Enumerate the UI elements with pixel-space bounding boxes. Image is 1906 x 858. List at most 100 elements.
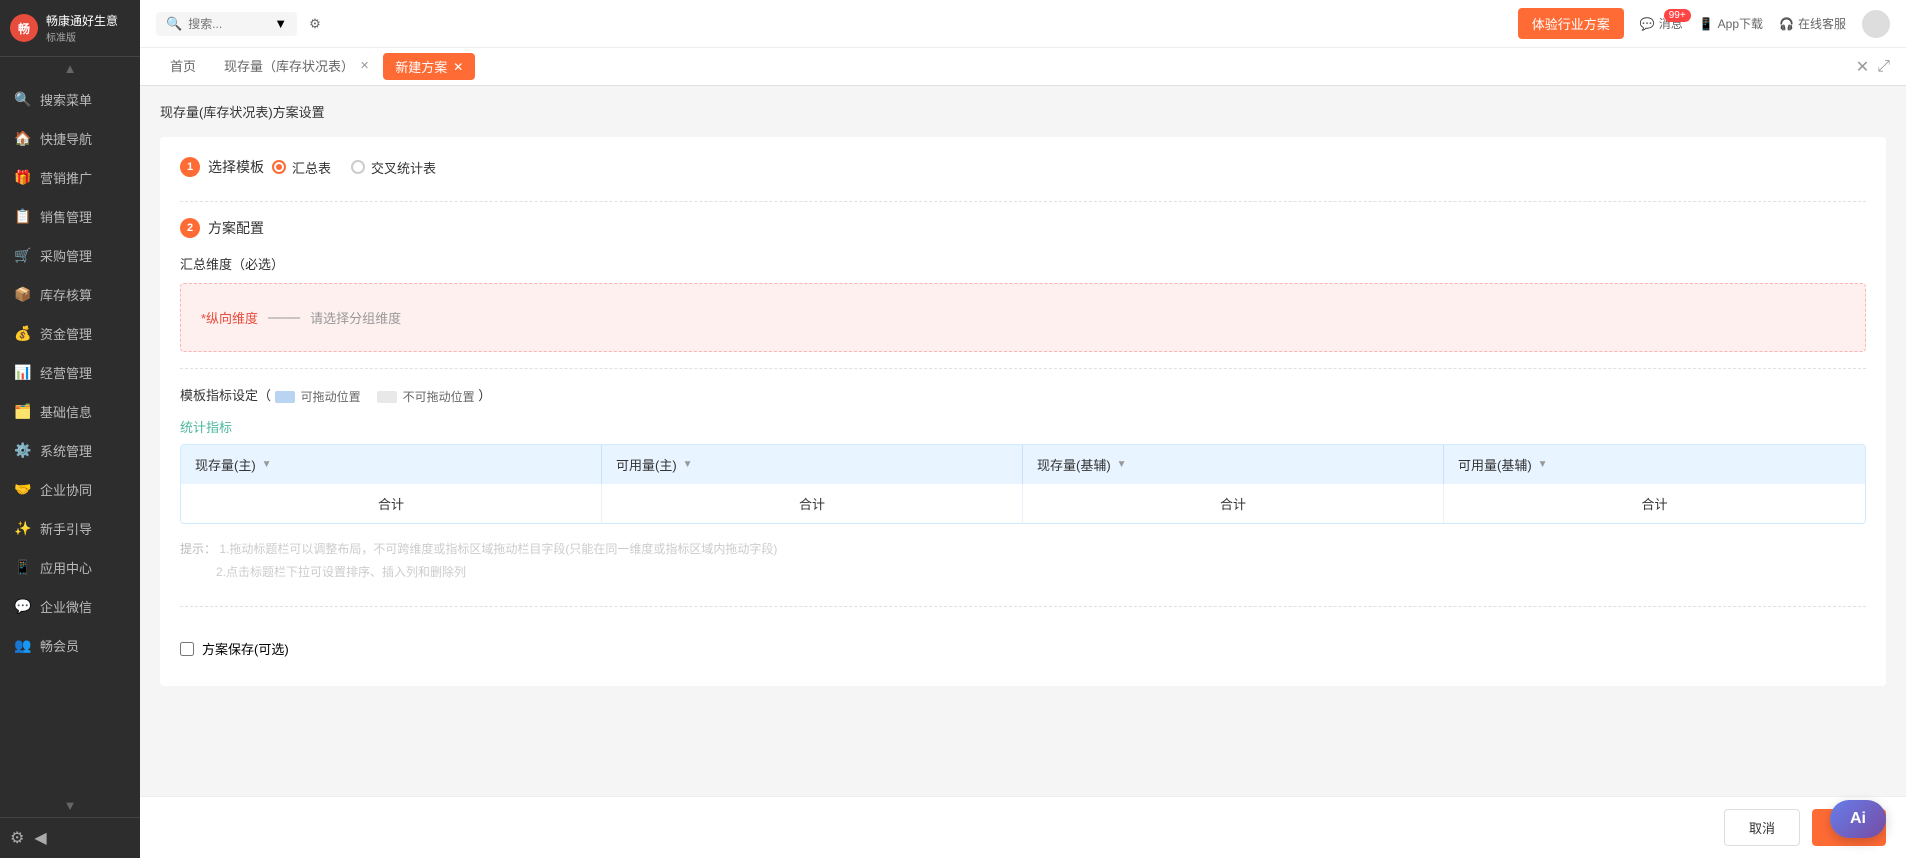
sidebar-item-label: 应用中心 <box>40 558 92 577</box>
radio-cross[interactable]: 交叉统计表 <box>351 158 436 177</box>
stats-label: 统计指标 <box>180 417 1866 436</box>
home-tab-label: 首页 <box>170 56 196 75</box>
sidebar-item-label: 企业协同 <box>40 480 92 499</box>
sidebar-item-label: 基础信息 <box>40 402 92 421</box>
sidebar-item-apps[interactable]: 📱 应用中心 <box>0 548 140 587</box>
home-icon: 🏠 <box>14 130 32 148</box>
sidebar-item-search[interactable]: 🔍 搜索菜单 <box>0 80 140 119</box>
vertical-dim-label: *纵向维度 <box>201 308 258 327</box>
new-plan-close-icon[interactable]: ✕ <box>453 60 463 74</box>
tabs-right-controls: ✕ ⤢ <box>1856 57 1890 77</box>
section1-num: 1 <box>180 157 200 177</box>
app-download-btn[interactable]: 📱 App下载 <box>1699 15 1763 32</box>
radio-summary[interactable]: 汇总表 <box>272 158 331 177</box>
cancel-button[interactable]: 取消 <box>1724 809 1800 846</box>
tips-prefix: 提示： <box>180 542 216 556</box>
movable-legend: 可拖动位置 <box>275 388 361 405</box>
topbar-search-box[interactable]: 🔍 ▼ <box>156 12 297 36</box>
finance-icon: 💰 <box>14 325 32 343</box>
col-0-chevron: ▼ <box>262 459 272 470</box>
member-icon: 👥 <box>14 637 32 655</box>
tab-close-btn[interactable]: ✕ <box>1856 57 1869 77</box>
sidebar-item-label: 畅会员 <box>40 636 79 655</box>
sidebar-item-marketing[interactable]: 🎁 营销推广 <box>0 158 140 197</box>
indicator-legend: 可拖动位置 不可拖动位置 <box>275 388 475 405</box>
tab-home[interactable]: 首页 <box>156 48 210 85</box>
section1-title: 选择模板 <box>208 157 264 177</box>
topbar-search-input[interactable] <box>188 17 268 31</box>
sidebar-item-label: 营销推广 <box>40 168 92 187</box>
sidebar-item-sales[interactable]: 📋 销售管理 <box>0 197 140 236</box>
cell-1: 合计 <box>602 484 1023 523</box>
sidebar-item-operations[interactable]: 📊 经营管理 <box>0 353 140 392</box>
sidebar-item-inventory[interactable]: 📦 库存核算 <box>0 275 140 314</box>
sidebar-item-finance[interactable]: 💰 资金管理 <box>0 314 140 353</box>
save-checkbox[interactable] <box>180 642 194 656</box>
sidebar-item-label: 库存核算 <box>40 285 92 304</box>
inventory-tab-close[interactable]: ✕ <box>360 59 369 72</box>
topbar-search-dropdown-icon[interactable]: ▼ <box>274 16 287 31</box>
stats-table: 现存量(主) ▼ 可用量(主) ▼ 现存量(基辅) ▼ <box>180 444 1866 524</box>
search-icon: 🔍 <box>14 91 32 109</box>
indicator-label-suffix: ） <box>478 388 491 403</box>
sidebar-item-label: 经营管理 <box>40 363 92 382</box>
topbar: 🔍 ▼ ⚙ 体验行业方案 💬 消息 99+ 📱 App下载 🎧 在线客服 <box>140 0 1906 48</box>
tabs-bar: 首页 现存量（库存状况表） ✕ 新建方案 ✕ ✕ ⤢ <box>140 48 1906 86</box>
tip-item-0: 提示： 1.拖动标题栏可以调整布局，不可跨维度或指标区域拖动栏目字段(只能在同一… <box>180 540 1866 559</box>
cell-3: 合计 <box>1444 484 1865 523</box>
settings-bottom-icon[interactable]: ⚙ <box>10 828 24 848</box>
dim-arrow: —— <box>268 309 300 327</box>
radio-summary-label: 汇总表 <box>292 158 331 177</box>
system-icon: ⚙️ <box>14 442 32 460</box>
sidebar-item-label: 采购管理 <box>40 246 92 265</box>
sidebar-item-member[interactable]: 👥 畅会员 <box>0 626 140 665</box>
col-3-chevron: ▼ <box>1538 459 1548 470</box>
sidebar-scroll-up[interactable]: ▲ <box>0 57 140 80</box>
sidebar-scroll-down[interactable]: ▼ <box>0 794 140 817</box>
ai-bubble[interactable]: Ai <box>1830 800 1886 838</box>
apps-icon: 📱 <box>14 559 32 577</box>
tab-expand-btn[interactable]: ⤢ <box>1877 58 1890 76</box>
sidebar-item-basic[interactable]: 🗂️ 基础信息 <box>0 392 140 431</box>
collapse-icon[interactable]: ◀ <box>34 828 46 848</box>
sidebar-item-contract[interactable]: 🤝 企业协同 <box>0 470 140 509</box>
movable-legend-box <box>275 391 295 403</box>
sidebar-item-shortcut[interactable]: 🏠 快捷导航 <box>0 119 140 158</box>
logo-version: 标准版 <box>46 29 118 44</box>
user-avatar[interactable] <box>1862 10 1890 38</box>
section-template: 1 选择模板 汇总表 交叉统计表 <box>180 157 1866 177</box>
topbar-actions: 体验行业方案 💬 消息 99+ 📱 App下载 🎧 在线客服 <box>1518 8 1890 39</box>
main-area: 🔍 ▼ ⚙ 体验行业方案 💬 消息 99+ 📱 App下载 🎧 在线客服 <box>140 0 1906 858</box>
col-3-title: 可用量(基辅) <box>1458 455 1532 474</box>
online-service-btn[interactable]: 🎧 在线客服 <box>1779 15 1846 32</box>
col-header-1[interactable]: 可用量(主) ▼ <box>602 445 1023 484</box>
topbar-settings-icon[interactable]: ⚙ <box>309 16 321 32</box>
trial-button[interactable]: 体验行业方案 <box>1518 8 1624 39</box>
fixed-legend: 不可拖动位置 <box>377 388 475 405</box>
tab-inventory[interactable]: 现存量（库存状况表） ✕ <box>210 48 383 85</box>
fixed-legend-box <box>377 391 397 403</box>
section-divider-3 <box>180 606 1866 607</box>
indicator-label-text: 模板指标设定（ <box>180 388 271 403</box>
sidebar-item-purchase[interactable]: 🛒 采购管理 <box>0 236 140 275</box>
col-header-0[interactable]: 现存量(主) ▼ <box>181 445 602 484</box>
sidebar-item-wechat[interactable]: 💬 企业微信 <box>0 587 140 626</box>
inventory-tab-label: 现存量（库存状况表） <box>224 56 354 75</box>
new-plan-label: 新建方案 <box>395 57 447 76</box>
movable-legend-label: 可拖动位置 <box>301 388 361 405</box>
wechat-icon: 💬 <box>14 598 32 616</box>
basic-icon: 🗂️ <box>14 403 32 421</box>
headset-icon: 🎧 <box>1779 17 1794 31</box>
stats-table-header: 现存量(主) ▼ 可用量(主) ▼ 现存量(基辅) ▼ <box>181 445 1865 484</box>
message-badge: 99+ <box>1664 9 1691 22</box>
sidebar-item-guide[interactable]: ✨ 新手引导 <box>0 509 140 548</box>
sidebar-item-system[interactable]: ⚙️ 系统管理 <box>0 431 140 470</box>
tab-new-plan[interactable]: 新建方案 ✕ <box>383 53 475 80</box>
section2-title: 方案配置 <box>208 218 264 238</box>
col-header-3[interactable]: 可用量(基辅) ▼ <box>1444 445 1865 484</box>
message-btn[interactable]: 💬 消息 99+ <box>1640 15 1683 32</box>
operations-icon: 📊 <box>14 364 32 382</box>
phone-icon: 📱 <box>1699 17 1714 31</box>
dimension-box[interactable]: *纵向维度 —— 请选择分组维度 <box>180 283 1866 352</box>
col-header-2[interactable]: 现存量(基辅) ▼ <box>1023 445 1444 484</box>
